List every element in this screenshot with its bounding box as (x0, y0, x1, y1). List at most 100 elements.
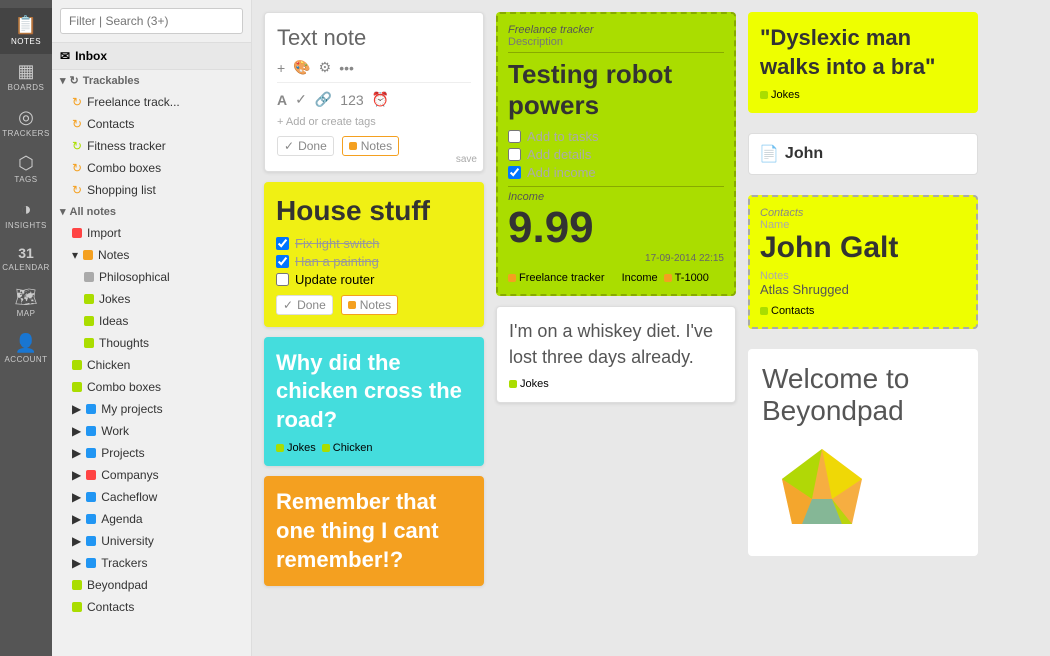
sidebar-item-thoughts[interactable]: Thoughts (52, 332, 251, 354)
house-title: House stuff (276, 194, 472, 228)
nav-notes[interactable]: 📋 NOTES (0, 8, 52, 54)
sidebar-item-jokes[interactable]: Jokes (52, 288, 251, 310)
sidebar-item-contacts[interactable]: ↻ Contacts (52, 113, 251, 135)
notes-button[interactable]: Notes (342, 136, 399, 156)
nav-map-label: MAP (17, 309, 36, 318)
calendar-icon: 31 (18, 246, 34, 260)
trackers-sidebar-bullet (86, 558, 96, 568)
sidebar-item-beyondpad[interactable]: Beyondpad (52, 574, 251, 596)
sidebar-item-combo2[interactable]: Combo boxes (52, 376, 251, 398)
sidebar-search-area (52, 0, 251, 43)
trackables-group[interactable]: ▾ ↻ Trackables (52, 70, 251, 91)
tag-area[interactable]: + Add or create tags (277, 116, 471, 128)
house-done-btn[interactable]: ✓ Done (276, 295, 333, 315)
nav-notes-label: NOTES (11, 37, 41, 46)
sidebar-item-fitness[interactable]: ↻ Fitness tracker (52, 135, 251, 157)
done-button[interactable]: ✓ Done (277, 136, 334, 156)
sidebar-item-ideas[interactable]: Ideas (52, 310, 251, 332)
nav-map[interactable]: 🗺 MAP (0, 280, 52, 326)
allnotes-label: All notes (70, 206, 116, 218)
sidebar-item-comboboxes[interactable]: ↻ Combo boxes (52, 157, 251, 179)
sidebar-item-import[interactable]: Import (52, 222, 251, 244)
settings-btn[interactable]: ⚙ (319, 59, 332, 76)
notes-bullet (83, 250, 93, 260)
sidebar-item-contacts2[interactable]: Contacts (52, 596, 251, 618)
house-done-icon: ✓ (283, 298, 293, 312)
search-input[interactable] (60, 8, 243, 34)
work-arrow: ▶ (72, 424, 81, 438)
sidebar-item-freelance[interactable]: ↻ Freelance track... (52, 91, 251, 113)
sidebar-item-cacheflow[interactable]: ▶ Cacheflow (52, 486, 251, 508)
format-check-btn[interactable]: ✓ (295, 91, 307, 108)
import-label: Import (87, 226, 121, 240)
add-btn[interactable]: + (277, 60, 285, 76)
nav-account[interactable]: 👤 ACCOUNT (0, 326, 52, 372)
boards-icon: ▦ (17, 62, 34, 80)
tags-icon: ⬡ (18, 154, 34, 172)
shopping-label: Shopping list (87, 183, 156, 197)
nav-account-label: ACCOUNT (4, 355, 47, 364)
sidebar-item-companys[interactable]: ▶ Companys (52, 464, 251, 486)
task1-checkbox[interactable] (508, 130, 521, 143)
work-bullet (86, 426, 96, 436)
t1000-tag: T-1000 (664, 272, 709, 284)
format-num-btn[interactable]: 123 (340, 92, 363, 108)
jokes-label: Jokes (99, 292, 130, 306)
work-label: Work (101, 424, 129, 438)
task2-checkbox[interactable] (508, 148, 521, 161)
nav-boards[interactable]: ▦ BOARDS (0, 54, 52, 100)
freelance-label: Freelance track... (87, 95, 180, 109)
format-text-btn[interactable]: A (277, 92, 287, 108)
sidebar-item-chicken[interactable]: Chicken (52, 354, 251, 376)
dyslexic-card: "Dyslexic man walks into a bra" Jokes (748, 12, 978, 113)
university-arrow: ▶ (72, 534, 81, 548)
import-bullet (72, 228, 82, 238)
sidebar-item-work[interactable]: ▶ Work (52, 420, 251, 442)
checkbox-1[interactable] (276, 237, 289, 250)
sidebar-item-shopping[interactable]: ↻ Shopping list (52, 179, 251, 201)
checklist-item-2: Han a painting (276, 254, 472, 269)
sidebar-notes-group[interactable]: ▾ Notes (52, 244, 251, 266)
format-link-btn[interactable]: 🔗 (315, 91, 332, 108)
beyondpad-bullet (72, 580, 82, 590)
task-3: Add income (508, 165, 724, 180)
freelance-tag: Freelance tracker (508, 272, 605, 284)
combo2-label: Combo boxes (87, 380, 161, 394)
task2-label: Add details (527, 147, 591, 162)
allnotes-group[interactable]: ▾ All notes (52, 201, 251, 222)
thoughts-label: Thoughts (99, 336, 149, 350)
sidebar-item-projects[interactable]: ▶ Projects (52, 442, 251, 464)
trackable-icon: ↻ (72, 139, 82, 153)
income-value: 9.99 (508, 203, 724, 253)
checkbox-2[interactable] (276, 255, 289, 268)
sidebar-item-university[interactable]: ▶ University (52, 530, 251, 552)
nav-calendar[interactable]: 31 CALENDAR (0, 238, 52, 280)
sidebar-inbox[interactable]: ✉ Inbox (52, 43, 251, 70)
agenda-arrow: ▶ (72, 512, 81, 526)
chicken-tag: Chicken (322, 442, 373, 454)
checkbox-3[interactable] (276, 273, 289, 286)
income-tag-label: Income (622, 272, 658, 284)
sidebar-item-myprojects[interactable]: ▶ My projects (52, 398, 251, 420)
save-button[interactable]: save (456, 154, 477, 165)
color-btn[interactable]: 🎨 (293, 59, 310, 76)
whiskey-card: I'm on a whiskey diet. I've lost three d… (496, 306, 736, 402)
nav-trackers[interactable]: ◎ TRACKERS (0, 100, 52, 146)
task3-checkbox[interactable] (508, 166, 521, 179)
house-notes-btn[interactable]: Notes (341, 295, 398, 315)
myprojects-arrow: ▶ (72, 402, 81, 416)
t1000-tag-dot (664, 274, 672, 282)
trackers-arrow: ▶ (72, 556, 81, 570)
format-time-btn[interactable]: ⏰ (372, 91, 389, 108)
house-stuff-card: House stuff Fix light switch Han a paint… (264, 182, 484, 327)
sidebar-item-philosophical[interactable]: Philosophical (52, 266, 251, 288)
sidebar-item-agenda[interactable]: ▶ Agenda (52, 508, 251, 530)
add-tags-text: + Add or create tags (277, 116, 376, 128)
checklist-item-3: Update router (276, 272, 472, 287)
nav-tags[interactable]: ⬡ TAGS (0, 146, 52, 192)
agenda-bullet (86, 514, 96, 524)
contacts-card-label: Contacts (760, 207, 966, 219)
nav-insights[interactable]: ◑ INSIGHTS (0, 192, 52, 238)
more-btn[interactable]: ••• (339, 60, 354, 76)
sidebar-item-trackers[interactable]: ▶ Trackers (52, 552, 251, 574)
